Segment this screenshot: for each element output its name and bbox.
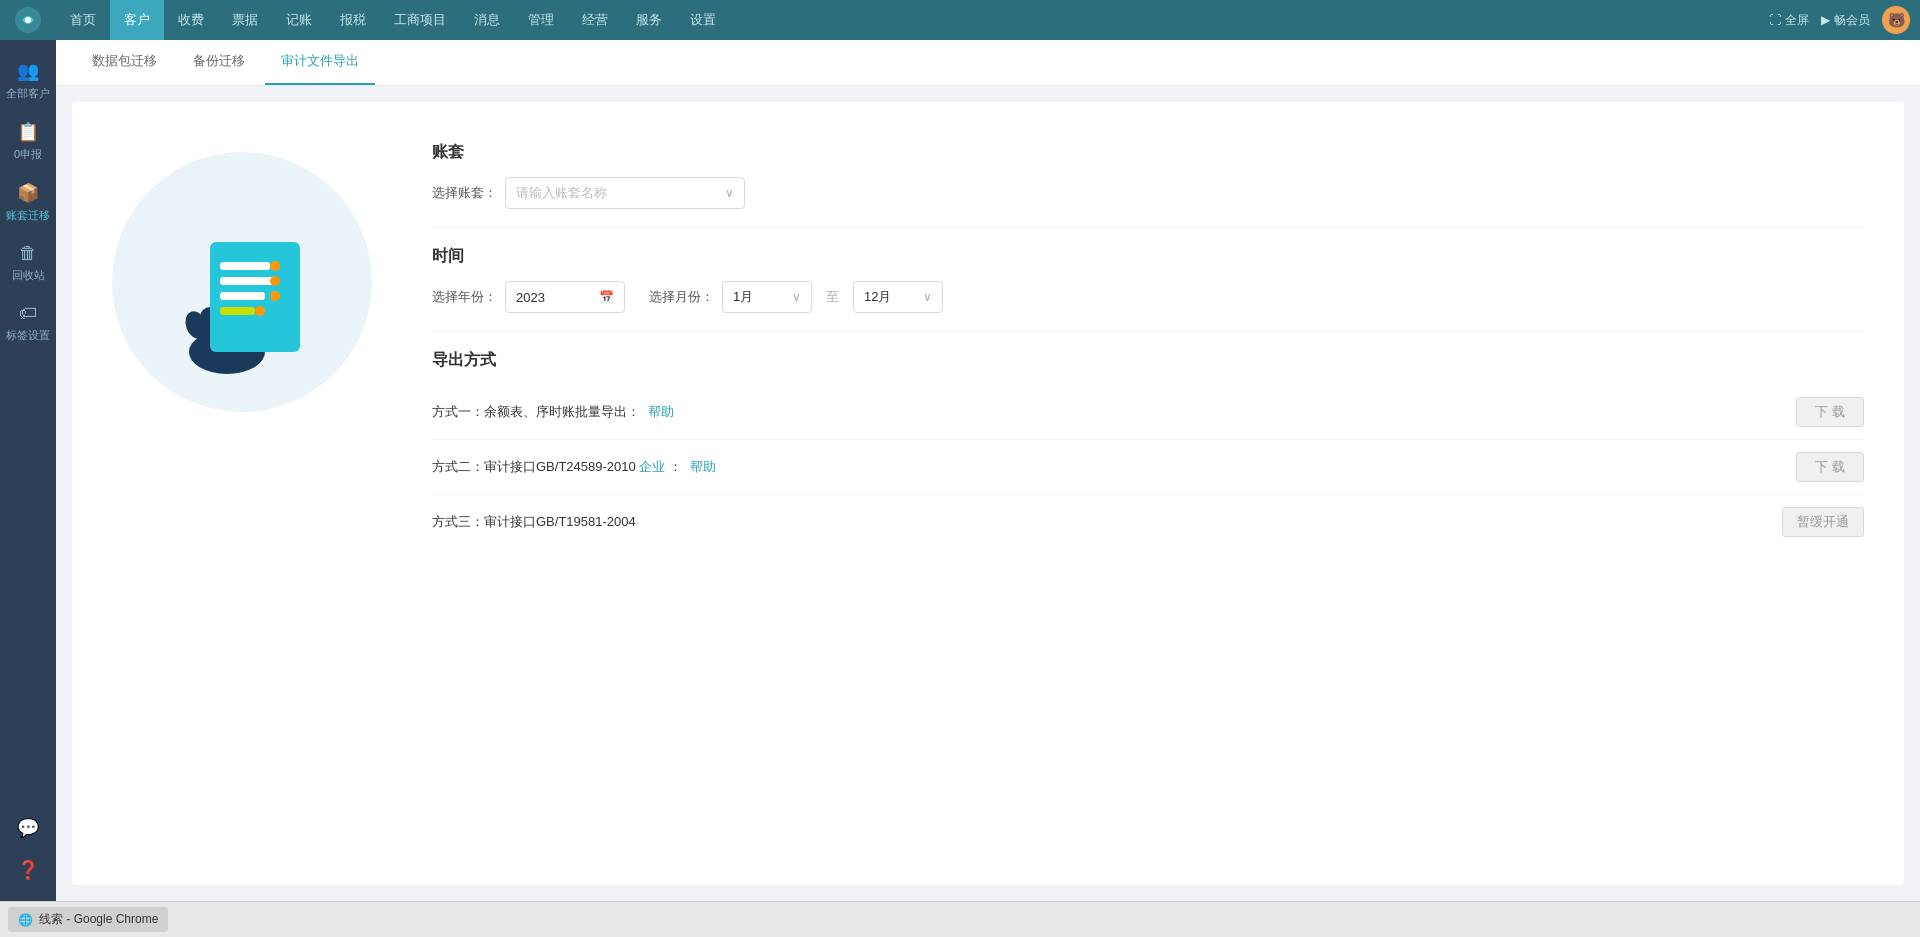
export-method-2: 方式二：审计接口GB/T24589-2010 企业 ： 帮助 下 载	[432, 440, 1864, 495]
sidebar-item-migration[interactable]: 📦 账套迁移	[0, 172, 56, 233]
fullscreen-icon: ⛶	[1769, 13, 1781, 27]
tab-data-migration[interactable]: 数据包迁移	[76, 40, 173, 85]
method-2-label: 方式二：审计接口GB/T24589-2010 企业 ： 帮助	[432, 458, 716, 476]
content-area: 数据包迁移 备份迁移 审计文件导出	[56, 40, 1920, 901]
nav-tax[interactable]: 报税	[326, 0, 380, 40]
tag-icon: 🏷	[19, 303, 37, 324]
to-month-chevron-icon: ∨	[923, 290, 932, 304]
account-set-label: 选择账套：	[432, 184, 497, 202]
taskbar-chrome-item[interactable]: 🌐 线索 - Google Chrome	[8, 907, 168, 932]
export-section: 方式一：余额表、序时账批量导出： 帮助 下 载 方式二：审计接口GB/T2458…	[432, 385, 1864, 549]
customers-icon: 👥	[17, 60, 39, 82]
time-title: 时间	[432, 246, 1864, 267]
svg-rect-6	[220, 262, 270, 270]
to-label: 至	[820, 288, 845, 306]
nav-invoice[interactable]: 票据	[218, 0, 272, 40]
svg-point-10	[270, 276, 280, 286]
illustration-circle	[112, 152, 372, 412]
chevron-down-icon: ∨	[725, 186, 734, 200]
svg-rect-8	[220, 292, 265, 300]
chat-icon: 💬	[17, 817, 39, 839]
account-set-row: 选择账套： 请输入账套名称 ∨	[432, 177, 1864, 209]
nav-settings[interactable]: 设置	[676, 0, 730, 40]
declare-icon: 📋	[17, 121, 39, 143]
nav-fee[interactable]: 收费	[164, 0, 218, 40]
page-content: 账套 选择账套： 请输入账套名称 ∨ 时间 选择年份： 2023 📅	[72, 102, 1904, 885]
method-1-help-link[interactable]: 帮助	[648, 404, 674, 419]
calendar-icon: 📅	[599, 290, 614, 304]
document-illustration	[152, 177, 332, 387]
main-layout: 👥 全部客户 📋 0申报 📦 账套迁移 🗑 回收站 🏷 标签设置 💬 ❓	[0, 40, 1920, 901]
method-3-open-button[interactable]: 暂缓开通	[1782, 507, 1864, 537]
recycle-icon: 🗑	[19, 243, 37, 264]
method-3-label: 方式三：审计接口GB/T19581-2004	[432, 513, 636, 531]
divider-2	[432, 331, 1864, 332]
svg-rect-12	[220, 307, 255, 315]
method-1-download-button[interactable]: 下 载	[1796, 397, 1864, 427]
tab-backup-migration[interactable]: 备份迁移	[177, 40, 261, 85]
sidebar-item-zero-declare[interactable]: 📋 0申报	[0, 111, 56, 172]
method-2-download-button[interactable]: 下 载	[1796, 452, 1864, 482]
sidebar-item-all-customers[interactable]: 👥 全部客户	[0, 50, 56, 111]
export-method-3: 方式三：审计接口GB/T19581-2004 暂缓开通	[432, 495, 1864, 549]
account-set-input[interactable]: 请输入账套名称 ∨	[505, 177, 745, 209]
svg-point-13	[255, 306, 265, 316]
to-month-input[interactable]: 12月 ∨	[853, 281, 943, 313]
nav-bookkeeping[interactable]: 记账	[272, 0, 326, 40]
month-chevron-icon: ∨	[792, 290, 801, 304]
app-logo	[10, 2, 46, 38]
method-2-company-link[interactable]: 企业	[639, 459, 665, 474]
tab-audit-export[interactable]: 审计文件导出	[265, 40, 375, 85]
time-row: 选择年份： 2023 📅 选择月份： 1月 ∨ 至 12月 ∨	[432, 281, 1864, 313]
illustration-area	[112, 132, 372, 855]
sidebar-bottom: 💬 ❓	[0, 807, 56, 901]
svg-point-1	[25, 17, 31, 23]
chrome-icon: 🌐	[18, 913, 33, 927]
svg-rect-7	[220, 277, 275, 285]
nav-manage[interactable]: 管理	[514, 0, 568, 40]
sidebar: 👥 全部客户 📋 0申报 📦 账套迁移 🗑 回收站 🏷 标签设置 💬 ❓	[0, 40, 56, 901]
form-area: 账套 选择账套： 请输入账套名称 ∨ 时间 选择年份： 2023 📅	[432, 132, 1864, 855]
nav-message[interactable]: 消息	[460, 0, 514, 40]
user-avatar[interactable]: 🐻	[1882, 6, 1910, 34]
nav-menu: 首页 客户 收费 票据 记账 报税 工商项目 消息 管理 经营 服务 设置	[56, 0, 1769, 40]
account-set-title: 账套	[432, 142, 1864, 163]
year-label: 选择年份：	[432, 288, 497, 306]
fullscreen-button[interactable]: ⛶ 全屏	[1769, 12, 1809, 29]
nav-service[interactable]: 服务	[622, 0, 676, 40]
nav-right-area: ⛶ 全屏 ▶ 畅会员 🐻	[1769, 6, 1910, 34]
taskbar: 🌐 线索 - Google Chrome	[0, 901, 1920, 937]
sidebar-item-recycle[interactable]: 🗑 回收站	[0, 233, 56, 293]
method-1-label: 方式一：余额表、序时账批量导出： 帮助	[432, 403, 674, 421]
divider-1	[432, 227, 1864, 228]
top-navigation: 首页 客户 收费 票据 记账 报税 工商项目 消息 管理 经营 服务 设置 ⛶ …	[0, 0, 1920, 40]
sidebar-item-chat[interactable]: 💬	[0, 807, 56, 849]
from-month-input[interactable]: 1月 ∨	[722, 281, 812, 313]
member-button[interactable]: ▶ 畅会员	[1821, 12, 1870, 29]
nav-operation[interactable]: 经营	[568, 0, 622, 40]
year-input[interactable]: 2023 📅	[505, 281, 625, 313]
sidebar-item-help[interactable]: ❓	[0, 849, 56, 891]
svg-point-9	[270, 261, 280, 271]
svg-point-11	[270, 291, 280, 301]
month-label: 选择月份：	[649, 288, 714, 306]
method-2-help-link[interactable]: 帮助	[690, 459, 716, 474]
nav-customer[interactable]: 客户	[110, 0, 164, 40]
export-title: 导出方式	[432, 350, 1864, 371]
migration-icon: 📦	[17, 182, 39, 204]
member-icon: ▶	[1821, 13, 1830, 27]
tab-bar: 数据包迁移 备份迁移 审计文件导出	[56, 40, 1920, 86]
export-method-1: 方式一：余额表、序时账批量导出： 帮助 下 载	[432, 385, 1864, 440]
nav-business[interactable]: 工商项目	[380, 0, 460, 40]
help-icon: ❓	[17, 859, 39, 881]
sidebar-item-tag-settings[interactable]: 🏷 标签设置	[0, 293, 56, 353]
nav-home[interactable]: 首页	[56, 0, 110, 40]
